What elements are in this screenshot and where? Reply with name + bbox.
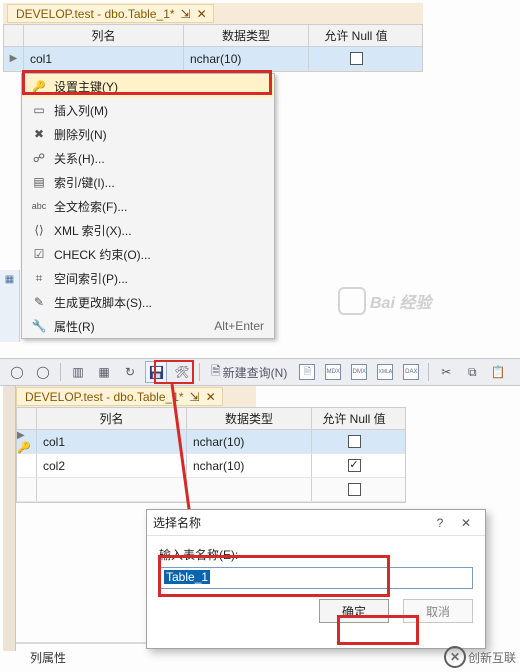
highlight-box bbox=[22, 70, 272, 95]
watermark: Bai 经验 bbox=[338, 285, 478, 317]
null-checkbox[interactable] bbox=[348, 435, 361, 448]
cell-name[interactable]: col2 bbox=[37, 454, 187, 477]
menu-generate-change-script[interactable]: ✎ 生成更改脚本(S)... bbox=[22, 290, 274, 314]
header-col-type: 数据类型 bbox=[187, 408, 312, 429]
brand-logo-icon: ✕ bbox=[444, 646, 466, 668]
menu-relationships[interactable]: ☍ 关系(H)... bbox=[22, 146, 274, 170]
nav-back-button[interactable]: ◯ bbox=[6, 361, 28, 383]
menu-insert-column[interactable]: ▭ 插入列(M) bbox=[22, 98, 274, 122]
highlight-box-ok bbox=[337, 615, 419, 645]
menu-delete-column[interactable]: ✖ 删除列(N) bbox=[22, 122, 274, 146]
dialog-title: 选择名称 bbox=[153, 514, 427, 531]
main-toolbar: ◯ ◯ ▥ ▦ ↻ 🛠 🗎 新建查询(N) 🗎 MDX DMX XMLA DAX… bbox=[0, 358, 520, 386]
collapsed-panel-tab[interactable] bbox=[3, 386, 16, 651]
cell-name[interactable] bbox=[37, 478, 187, 501]
wrench-icon: 🔧 bbox=[28, 319, 50, 333]
copy-button[interactable]: ⧉ bbox=[461, 361, 483, 383]
dialog-close-button[interactable]: ✕ bbox=[453, 516, 479, 530]
tab-close-icon[interactable]: ✕ bbox=[206, 390, 216, 404]
columns-grid-lower: 列名 数据类型 允许 Null 值 ▶🔑 col1 nchar(10) col2… bbox=[16, 407, 406, 503]
row-marker-icon: ▶🔑 bbox=[17, 430, 36, 454]
query-icon: 🗎 bbox=[211, 362, 221, 383]
watermark-logo-icon bbox=[338, 287, 366, 315]
pin-icon[interactable]: ⇲ bbox=[181, 7, 191, 21]
dmx-button[interactable]: DMX bbox=[348, 361, 370, 383]
new-query-button[interactable]: 🗎 新建查询(N) bbox=[206, 361, 292, 383]
header-col-name: 列名 bbox=[24, 25, 184, 46]
menu-check-constraint[interactable]: ☑ CHECK 约束(O)... bbox=[22, 242, 274, 266]
cell-type[interactable]: nchar(10) bbox=[184, 47, 309, 70]
columns-grid-upper: 列名 数据类型 允许 Null 值 ▶ col1 nchar(10) bbox=[3, 24, 423, 72]
paste-button[interactable]: 📋 bbox=[487, 361, 509, 383]
menu-fulltext-index[interactable]: abc 全文检索(F)... bbox=[22, 194, 274, 218]
table-row-new[interactable] bbox=[17, 478, 405, 502]
sql-query-button[interactable]: 🗎 bbox=[296, 361, 318, 383]
cell-name[interactable]: col1 bbox=[24, 47, 184, 70]
cut-button[interactable]: ✂ bbox=[435, 361, 457, 383]
row-header-blank bbox=[4, 25, 24, 46]
cell-type[interactable]: nchar(10) bbox=[187, 454, 312, 477]
xmla-button[interactable]: XMLA bbox=[374, 361, 396, 383]
insert-col-icon: ▭ bbox=[28, 103, 50, 117]
layout-button[interactable]: ▥ bbox=[67, 361, 89, 383]
cell-type[interactable]: nchar(10) bbox=[187, 430, 312, 453]
document-tab-upper[interactable]: DEVELOP.test - dbo.Table_1* ⇲ ✕ bbox=[7, 4, 214, 23]
header-col-name: 列名 bbox=[37, 408, 187, 429]
menu-indexes-keys[interactable]: ▤ 索引/键(I)... bbox=[22, 170, 274, 194]
check-icon: ☑ bbox=[28, 247, 50, 261]
xml-icon: ⟨⟩ bbox=[28, 223, 50, 237]
pin-icon[interactable]: ⇲ bbox=[190, 390, 200, 404]
tab-title: DEVELOP.test - dbo.Table_1* bbox=[25, 390, 184, 404]
header-col-type: 数据类型 bbox=[184, 25, 309, 46]
script-icon: ✎ bbox=[28, 295, 50, 309]
table-row[interactable]: col2 nchar(10) bbox=[17, 454, 405, 478]
tab-close-icon[interactable]: ✕ bbox=[197, 7, 207, 21]
menu-xml-index[interactable]: ⟨⟩ XML 索引(X)... bbox=[22, 218, 274, 242]
row-marker-icon: ▶ bbox=[10, 53, 18, 64]
header-col-null: 允许 Null 值 bbox=[312, 408, 396, 429]
help-button[interactable]: ? bbox=[427, 516, 453, 530]
header-col-null: 允许 Null 值 bbox=[309, 25, 403, 46]
dax-button[interactable]: DAX bbox=[400, 361, 422, 383]
footer-brand: ✕ 创新互联 bbox=[444, 646, 516, 668]
null-checkbox[interactable] bbox=[350, 52, 363, 65]
mdx-button[interactable]: MDX bbox=[322, 361, 344, 383]
row-header-blank bbox=[17, 408, 37, 429]
nav-fwd-button[interactable]: ◯ bbox=[32, 361, 54, 383]
delete-col-icon: ✖ bbox=[28, 127, 50, 141]
menu-properties[interactable]: 🔧 属性(R) Alt+Enter bbox=[22, 314, 274, 338]
null-checkbox[interactable] bbox=[348, 483, 361, 496]
document-tab-lower[interactable]: DEVELOP.test - dbo.Table_1* ⇲ ✕ bbox=[16, 387, 223, 406]
tab-title: DEVELOP.test - dbo.Table_1* bbox=[16, 7, 175, 21]
menu-spatial-index[interactable]: ⌗ 空间索引(P)... bbox=[22, 266, 274, 290]
highlight-box-save bbox=[154, 360, 194, 384]
refresh-button[interactable]: ↻ bbox=[119, 361, 141, 383]
side-rail[interactable]: ▦ bbox=[0, 270, 20, 342]
rail-icon: ▦ bbox=[5, 274, 14, 285]
index-icon: ▤ bbox=[28, 175, 50, 189]
spatial-icon: ⌗ bbox=[28, 271, 50, 286]
cell-name[interactable]: col1 bbox=[37, 430, 187, 453]
cell-type[interactable] bbox=[187, 478, 312, 501]
fulltext-icon: abc bbox=[28, 201, 50, 211]
layout2-button[interactable]: ▦ bbox=[93, 361, 115, 383]
relation-icon: ☍ bbox=[28, 151, 50, 165]
column-properties-title: 列属性 bbox=[30, 649, 66, 666]
table-row[interactable]: ▶ col1 nchar(10) bbox=[4, 47, 422, 71]
null-checkbox[interactable] bbox=[348, 459, 361, 472]
context-menu: 🔑 设置主键(Y) ▭ 插入列(M) ✖ 删除列(N) ☍ 关系(H)... ▤… bbox=[21, 73, 275, 339]
table-row[interactable]: ▶🔑 col1 nchar(10) bbox=[17, 430, 405, 454]
highlight-box-input bbox=[158, 555, 390, 597]
